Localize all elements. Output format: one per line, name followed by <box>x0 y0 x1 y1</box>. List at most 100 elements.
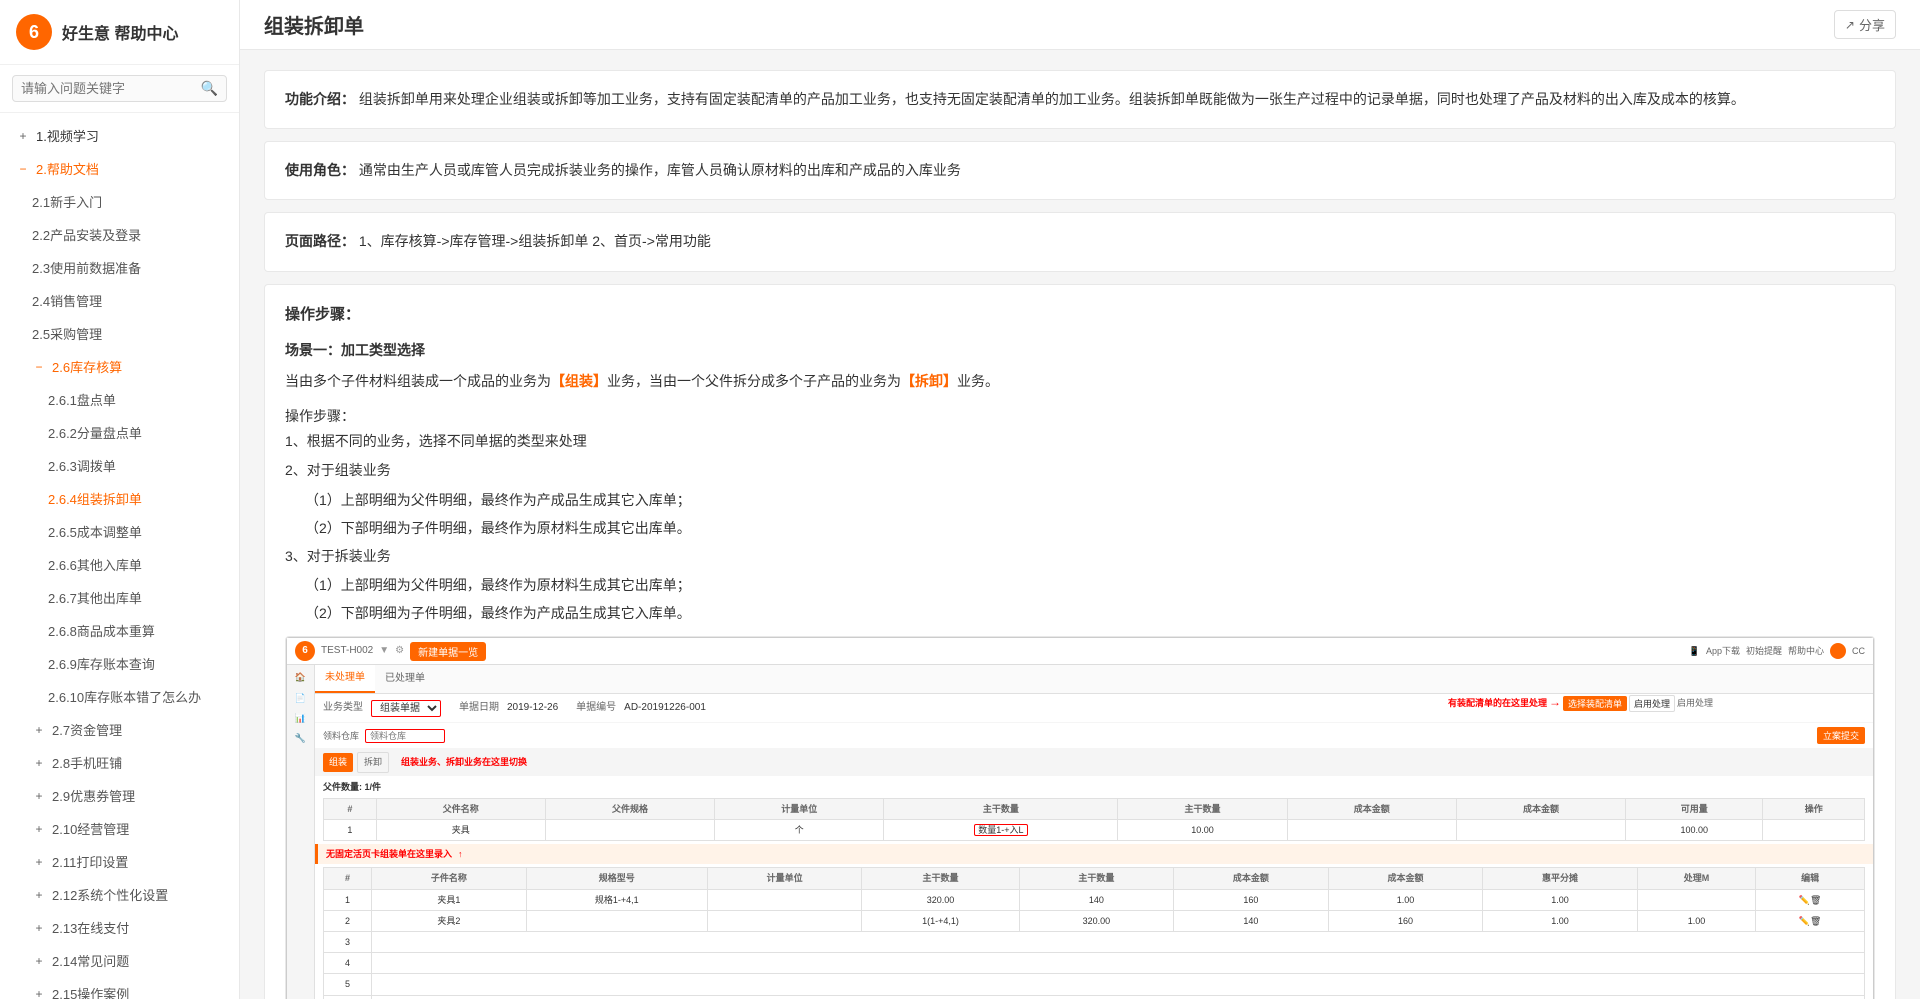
sidebar-item-cost-adjust[interactable]: 2.6.5成本调整单 <box>0 515 239 548</box>
mock-icon-tool: 🔧 <box>295 730 306 746</box>
highlight-assemble: 【组装】 <box>551 373 607 389</box>
table-row: 5 <box>324 974 1865 995</box>
mock-type-select[interactable]: 组装单据 <box>371 700 441 717</box>
mock-tab-new[interactable]: 未处理单 <box>315 665 375 693</box>
mock-sidebar-icons: 🏠 📄 📊 🔧 <box>287 665 315 999</box>
path-label: 页面路径： <box>285 233 355 249</box>
sidebar-item-sales[interactable]: 2.4销售管理 <box>0 284 239 317</box>
mock-new-btn[interactable]: 新建单据一览 <box>410 642 486 661</box>
mock-th-qty1: 主干数量 <box>884 798 1118 819</box>
share-icon: ↗ <box>1845 18 1855 32</box>
steps-list: 1、根据不同的业务，选择不同单据的类型来处理 2、对于组装业务 （1）上部明细为… <box>285 429 1875 626</box>
mock-tabs-row: 未处理单 已处理单 <box>315 665 1873 694</box>
search-area: 🔍 <box>0 65 239 113</box>
step3-sub2: （2）下部明细为子件明细，最终作为产成品生成其它入库单。 <box>305 601 1875 626</box>
mock-logo: 6 <box>295 641 315 661</box>
path-text: 1、库存核算->库存管理->组装拆卸单 2、首页->常用功能 <box>359 233 711 249</box>
mock-form-row1: 业务类型 组装单据 单据日期 2019-12-26 单据编号 AD-201912… <box>315 694 1873 723</box>
search-icon[interactable]: 🔍 <box>201 80 218 97</box>
sidebar-item-assembly[interactable]: 2.6.4组装拆卸单 <box>0 482 239 515</box>
mock-ops-label2: 启用处理 <box>1677 695 1713 711</box>
sidebar-item-coupon[interactable]: + 2.9优惠券管理 <box>0 779 239 812</box>
mock-select-list-btn[interactable]: 选择装配清单 <box>1563 696 1627 711</box>
mock-settings-icon: ⚙ <box>395 642 404 660</box>
logo-icon: 6 <box>16 14 52 50</box>
sidebar-item-finance[interactable]: + 2.7资金管理 <box>0 713 239 746</box>
mock-warehouse-input[interactable] <box>365 729 445 743</box>
sidebar-item-faq[interactable]: + 2.14常见问题 <box>0 944 239 977</box>
sidebar-item-other-out[interactable]: 2.6.7其他出库单 <box>0 581 239 614</box>
plus-icon-online-pay: + <box>32 921 46 935</box>
minus-icon: − <box>16 162 30 176</box>
plus-icon-operation: + <box>32 822 46 836</box>
sidebar-item-online-pay[interactable]: + 2.13在线支付 <box>0 911 239 944</box>
screenshot-container: 6 TEST-H002 ▼ ⚙ 新建单据一览 📱 App下载 初始提醒 帮助中心 <box>285 636 1875 999</box>
mock-disassemble-btn[interactable]: 拆卸 <box>357 752 389 772</box>
sidebar-item-inventory[interactable]: 2.6.1盘点单 <box>0 383 239 416</box>
mock-app-icon: 📱 <box>1689 643 1700 659</box>
mock-lower-header: # 子件名称 规格型号 计量单位 主干数量 主干数量 成本金额 成本金额 <box>324 868 1865 889</box>
sidebar-item-other-in[interactable]: 2.6.6其他入库单 <box>0 548 239 581</box>
table-row: 4 <box>324 953 1865 974</box>
search-input[interactable] <box>21 81 201 96</box>
mock-lower-arrow: ↑ <box>458 846 463 862</box>
mock-annotation1-arrow: → <box>1549 692 1561 714</box>
sidebar-item-newbie[interactable]: 2.1新手入门 <box>0 185 239 218</box>
path-card: 页面路径： 1、库存核算->库存管理->组装拆卸单 2、首页->常用功能 <box>264 212 1896 271</box>
mock-lower-annotation: 无固定活页卡组装单在这里录入 <box>326 846 452 862</box>
mock-confirm-btn[interactable]: 立案提交 <box>1817 727 1865 744</box>
content-area: 功能介绍： 组装拆卸单用来处理企业组装或拆卸等加工业务，支持有固定装配清单的产品… <box>240 50 1920 999</box>
search-box[interactable]: 🔍 <box>12 75 227 102</box>
mock-main-content: 未处理单 已处理单 业务类型 组装单据 单据日期 <box>315 665 1873 999</box>
sidebar-item-video[interactable]: + 1.视频学习 <box>0 119 239 152</box>
sidebar-item-stock[interactable]: − 2.6库存核算 <box>0 350 239 383</box>
sidebar-item-docs[interactable]: − 2.帮助文档 <box>0 152 239 185</box>
step3-sublist: （1）上部明细为父件明细，最终作为原材料生成其它出库单； （2）下部明细为子件明… <box>285 573 1875 626</box>
sidebar-item-print[interactable]: + 2.11打印设置 <box>0 845 239 878</box>
sidebar-item-adjustment[interactable]: 2.6.3调拨单 <box>0 449 239 482</box>
share-button[interactable]: ↗ 分享 <box>1834 10 1896 39</box>
sidebar-item-operation[interactable]: + 2.10经营管理 <box>0 812 239 845</box>
mock-ops-btn[interactable]: 启用处理 <box>1629 695 1675 712</box>
mock-td-qty2: 10.00 <box>1118 820 1287 841</box>
mock-lth-name: 子件名称 <box>372 868 527 889</box>
mock-date-label: 单据日期 <box>459 699 499 717</box>
mock-annotation1-text: 有装配清单的在这里处理 <box>1448 695 1547 711</box>
ops-label-2: 操作步骤： <box>285 404 1875 429</box>
role-text: 通常由生产人员或库管人员完成拆装业务的操作，库管人员确认原材料的出库和产成品的入… <box>359 162 961 178</box>
mock-icon-home: 🏠 <box>295 669 306 685</box>
mock-assemble-btn[interactable]: 组装 <box>323 753 353 771</box>
mock-td-ops <box>1763 820 1865 841</box>
mock-nav-text2: 初始提醒 <box>1746 643 1782 659</box>
mock-qty-highlighted: 数量1-+入L <box>974 824 1027 836</box>
mock-lth-process: 处理M <box>1637 868 1755 889</box>
mock-id-value: AD-20191226-001 <box>624 699 706 717</box>
sidebar-item-custom[interactable]: + 2.12系统个性化设置 <box>0 878 239 911</box>
step2: 2、对于组装业务 <box>285 458 1875 483</box>
plus-icon-coupon: + <box>32 789 46 803</box>
step3: 3、对于拆装业务 <box>285 544 1875 569</box>
sidebar-item-purchase[interactable]: 2.5采购管理 <box>0 317 239 350</box>
sidebar-item-cost-reset[interactable]: 2.6.8商品成本重算 <box>0 614 239 647</box>
page-title: 组装拆卸单 <box>264 10 364 39</box>
sidebar-item-mobile[interactable]: + 2.8手机旺铺 <box>0 746 239 779</box>
step2-sub1: （1）上部明细为父件明细，最终作为产成品生成其它入库单； <box>305 488 1875 513</box>
sidebar-item-cases[interactable]: + 2.15操作案例 <box>0 977 239 999</box>
mock-tab-done[interactable]: 已处理单 <box>375 666 435 692</box>
sidebar-item-split-inventory[interactable]: 2.6.2分量盘点单 <box>0 416 239 449</box>
mock-username: CC <box>1852 643 1865 659</box>
sidebar-item-install[interactable]: 2.2产品安装及登录 <box>0 218 239 251</box>
mock-nav-bar: 6 TEST-H002 ▼ ⚙ 新建单据一览 📱 App下载 初始提醒 帮助中心 <box>287 638 1873 665</box>
sidebar-item-stock-check[interactable]: 2.6.9库存账本查询 <box>0 647 239 680</box>
mock-scene-annotation: 组装业务、拆卸业务在这里切换 <box>401 754 527 770</box>
sidebar-item-data[interactable]: 2.3使用前数据准备 <box>0 251 239 284</box>
mock-td-name: 夹具 <box>376 820 545 841</box>
mock-icon-doc: 📄 <box>295 690 306 706</box>
mock-lth-qty2: 主干数量 <box>1019 868 1174 889</box>
intro-text: 组装拆卸单用来处理企业组装或拆卸等加工业务，支持有固定装配清单的产品加工业务，也… <box>359 91 1745 107</box>
mock-th-ops: 操作 <box>1763 798 1865 819</box>
mock-td-num: 1 <box>324 820 377 841</box>
sidebar-item-stock-error[interactable]: 2.6.10库存账本错了怎么办 <box>0 680 239 713</box>
mock-upper-table: # 父件名称 父件规格 计量单位 主干数量 主干数量 成本金额 成本金额 <box>323 798 1865 841</box>
plus-icon: + <box>16 129 30 143</box>
